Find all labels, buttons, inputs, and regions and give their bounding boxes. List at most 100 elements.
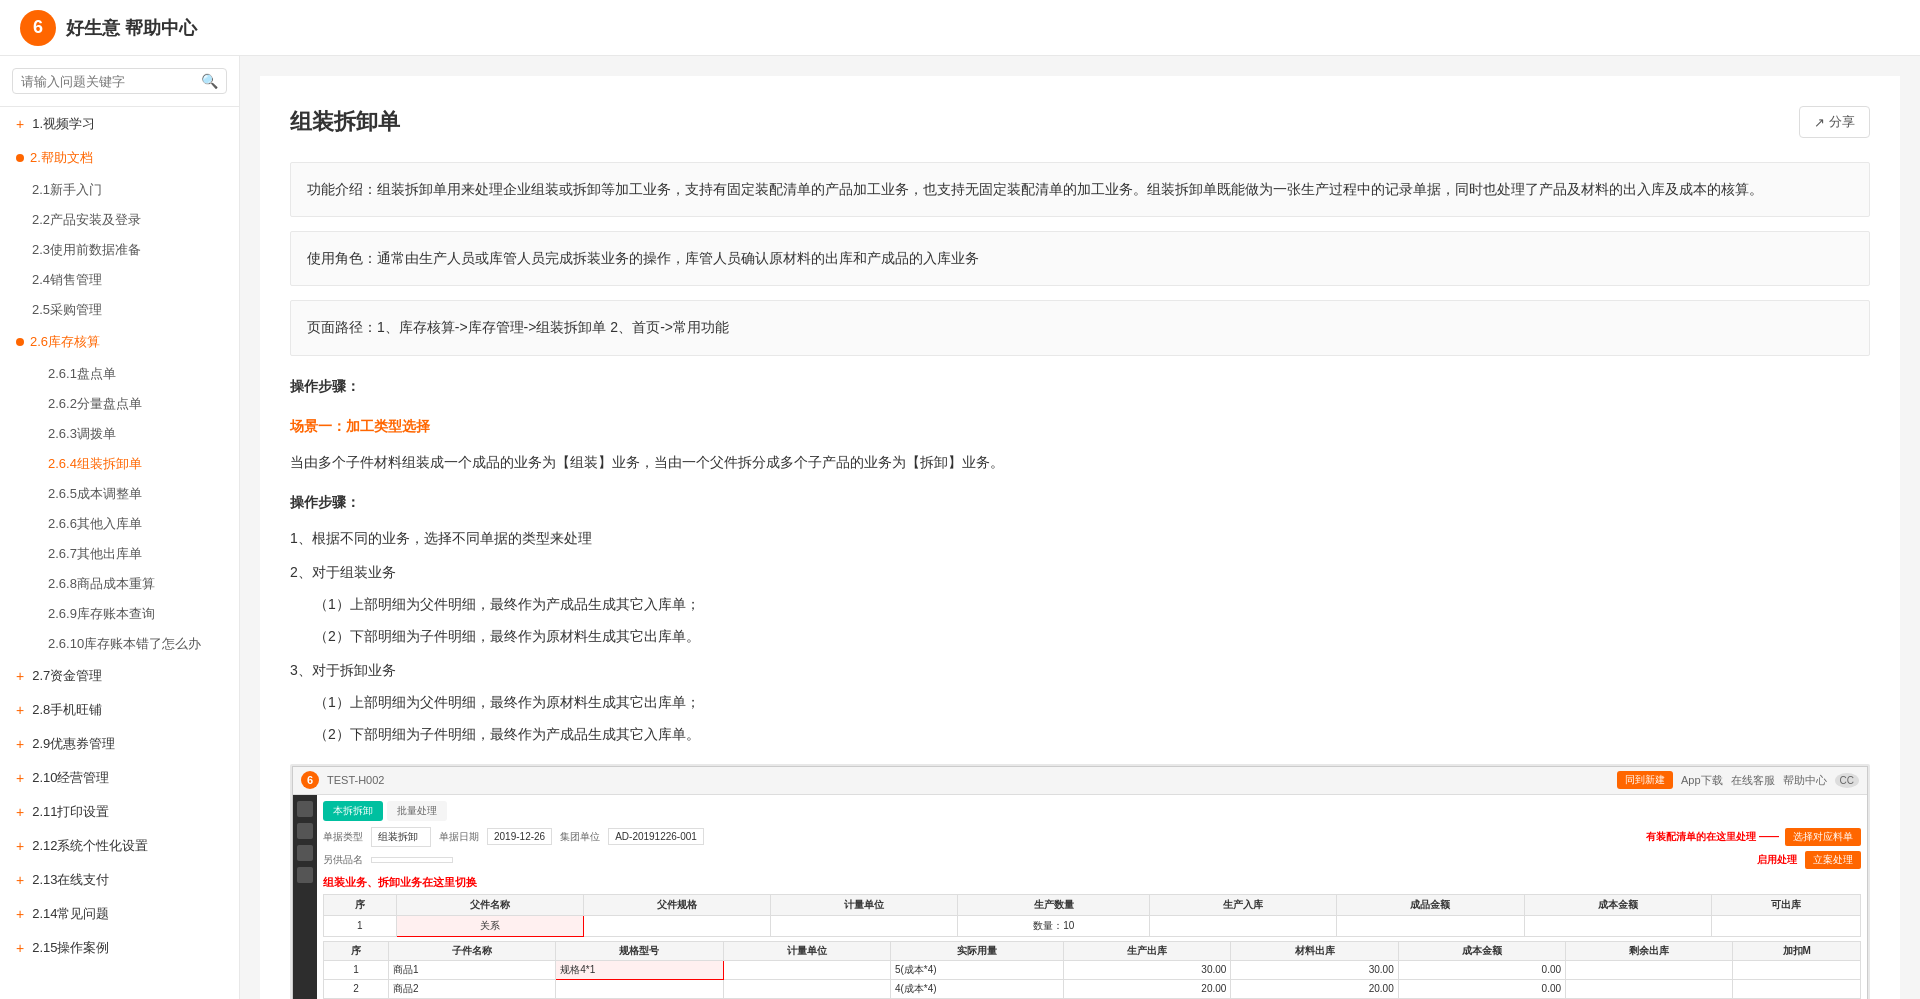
info-block-path: 页面路径：1、库存核算->库存管理->组装拆卸单 2、首页->常用功能 — [290, 300, 1870, 355]
sidebar-item-2-6[interactable]: 2.6库存核算 — [0, 325, 239, 359]
screenshot-inner: 6 TEST-H002 同到新建 App下载 在线客服 帮助中心 CC — [292, 766, 1868, 999]
mock-table-bottom-row2: 2 商品2 4(成本*4) 20.00 20.00 0.00 — [324, 979, 1861, 998]
sidebar-item-2-7[interactable]: + 2.7资金管理 — [0, 659, 239, 693]
sidebar-item-2-11[interactable]: + 2.11打印设置 — [0, 795, 239, 829]
mock-supply-label: 另供品名 — [323, 853, 363, 867]
sidebar-item-2-6-1[interactable]: 2.6.1盘点单 — [0, 359, 239, 389]
scene1-title: 场景一：加工类型选择 — [290, 412, 1870, 440]
sidebar-item-2-5[interactable]: 2.5采购管理 — [0, 295, 239, 325]
nav-section-docs-children: 2.1新手入门 2.2产品安装及登录 2.3使用前数据准备 2.4销售管理 2.… — [0, 175, 239, 965]
nav-section-2-6-children: 2.6.1盘点单 2.6.2分量盘点单 2.6.3调拨单 2.6.4组装拆卸单 … — [0, 359, 239, 659]
ops-steps-title: 操作步骤： — [290, 488, 1870, 516]
sidebar-item-2-10[interactable]: + 2.10经营管理 — [0, 761, 239, 795]
content-inner: 组装拆卸单 ↗ 分享 功能介绍：组装拆卸单用来处理企业组装或拆卸等加工业务，支持… — [260, 76, 1900, 999]
info-feature-text: 功能介绍：组装拆卸单用来处理企业组装或拆卸等加工业务，支持有固定装配清单的产品加… — [307, 177, 1853, 202]
sidebar-item-2-3[interactable]: 2.3使用前数据准备 — [0, 235, 239, 265]
sidebar-item-2-6-7[interactable]: 2.6.7其他出库单 — [0, 539, 239, 569]
page-title-bar: 组装拆卸单 ↗ 分享 — [290, 106, 1870, 138]
mock-assembly-label: 集团单位 — [560, 830, 600, 844]
mock-table-top-row1: 1 关系 数量：10 — [324, 915, 1861, 936]
plus-icon-2-14: + — [16, 906, 24, 922]
sidebar-item-video[interactable]: + 1.视频学习 — [0, 107, 239, 141]
share-icon: ↗ — [1814, 115, 1825, 130]
search-icon: 🔍 — [201, 73, 218, 89]
sidebar-item-2-13[interactable]: + 2.13在线支付 — [0, 863, 239, 897]
mock-logo: 6 — [301, 771, 319, 789]
plus-icon: + — [16, 116, 24, 132]
sidebar-item-2-6-9[interactable]: 2.6.9库存账本查询 — [0, 599, 239, 629]
mock-table-top-header: 序 父件名称 父件规格 计量单位 生产数量 生产入库 成品金额 成本金额 可出库 — [324, 894, 1861, 915]
sidebar-item-2-13-label: 2.13在线支付 — [32, 871, 109, 889]
mock-sidebar-icon1 — [297, 801, 313, 817]
sidebar-item-2-2[interactable]: 2.2产品安装及登录 — [0, 205, 239, 235]
sidebar-item-2-8[interactable]: + 2.8手机旺铺 — [0, 693, 239, 727]
mock-form-area: 本拆拆卸 批量处理 单据类型 组装拆卸 单据日期 2019-12-26 集团单位… — [317, 795, 1867, 999]
sidebar-item-2-4[interactable]: 2.4销售管理 — [0, 265, 239, 295]
mock-btn-enable: 立案处理 — [1805, 851, 1861, 869]
sidebar-item-2-6-4[interactable]: 2.6.4组装拆卸单 — [0, 449, 239, 479]
search-input[interactable] — [21, 74, 201, 89]
mock-table-bottom-row1: 1 商品1 规格4*1 5(成本*4) 30.00 30.00 0.00 — [324, 960, 1861, 979]
share-button[interactable]: ↗ 分享 — [1799, 106, 1870, 138]
mock-right-btns: 有装配清单的在这里处理 —— 选择对应料单 — [712, 828, 1861, 846]
screenshot-container: 6 TEST-H002 同到新建 App下载 在线客服 帮助中心 CC — [290, 764, 1870, 999]
sidebar-item-2-12[interactable]: + 2.12系统个性化设置 — [0, 829, 239, 863]
mock-supply-value — [371, 857, 453, 863]
content-area: 组装拆卸单 ↗ 分享 功能介绍：组装拆卸单用来处理企业组装或拆卸等加工业务，支持… — [240, 56, 1920, 999]
sidebar-item-2-6-2[interactable]: 2.6.2分量盘点单 — [0, 389, 239, 419]
plus-icon-2-9: + — [16, 736, 24, 752]
mock-type-value: 组装拆卸 — [371, 827, 431, 847]
info-block-feature: 功能介绍：组装拆卸单用来处理企业组装或拆卸等加工业务，支持有固定装配清单的产品加… — [290, 162, 1870, 217]
sidebar-item-2-7-label: 2.7资金管理 — [32, 667, 102, 685]
logo: 6 好生意 帮助中心 — [20, 10, 260, 46]
dot-icon-2-6 — [16, 338, 24, 346]
mock-sidebar-icon4 — [297, 867, 313, 883]
mock-tabs: 本拆拆卸 批量处理 — [323, 801, 1861, 821]
sidebar-item-2-1[interactable]: 2.1新手入门 — [0, 175, 239, 205]
sidebar-item-2-14[interactable]: + 2.14常见问题 — [0, 897, 239, 931]
sidebar-item-docs[interactable]: 2.帮助文档 — [0, 141, 239, 175]
mock-top-bar: 6 TEST-H002 同到新建 App下载 在线客服 帮助中心 CC — [293, 767, 1867, 795]
mock-btn-select: 选择对应料单 — [1785, 828, 1861, 846]
step1: 1、根据不同的业务，选择不同单据的类型来处理 — [290, 524, 1870, 552]
mock-table-top: 序 父件名称 父件规格 计量单位 生产数量 生产入库 成品金额 成本金额 可出库 — [323, 894, 1861, 937]
scene1-desc: 当由多个子件材料组装成一个成品的业务为【组装】业务，当由一个父件拆分成多个子产品… — [290, 448, 1870, 476]
dot-icon — [16, 154, 24, 162]
plus-icon-2-13: + — [16, 872, 24, 888]
annotation2-row: 组装业务、拆卸业务在这里切换 — [323, 875, 1861, 890]
mock-table-bottom-header: 序 子件名称 规格型号 计量单位 实际用量 生产出库 材料出库 成本金额 剩余出 — [324, 941, 1861, 960]
sidebar-item-2-11-label: 2.11打印设置 — [32, 803, 109, 821]
sidebar-item-2-15[interactable]: + 2.15操作案例 — [0, 931, 239, 965]
mock-sidebar — [293, 795, 317, 999]
plus-icon-2-11: + — [16, 804, 24, 820]
sidebar-item-2-6-5[interactable]: 2.6.5成本调整单 — [0, 479, 239, 509]
mock-sidebar-icon3 — [297, 845, 313, 861]
info-path-text: 页面路径：1、库存核算->库存管理->组装拆卸单 2、首页->常用功能 — [307, 315, 1853, 340]
share-label: 分享 — [1829, 113, 1855, 131]
plus-icon-2-12: + — [16, 838, 24, 854]
step2-2: （2）下部明细为子件明细，最终作为原材料生成其它出库单。 — [314, 622, 1870, 650]
sidebar-item-2-9[interactable]: + 2.9优惠券管理 — [0, 727, 239, 761]
mock-sidebar-icon2 — [297, 823, 313, 839]
sidebar-item-2-14-label: 2.14常见问题 — [32, 905, 109, 923]
mock-code: TEST-H002 — [327, 774, 384, 786]
search-box: 🔍 — [0, 56, 239, 107]
mock-btn-new: 同到新建 — [1617, 771, 1673, 789]
sidebar-item-2-6-8[interactable]: 2.6.8商品成本重算 — [0, 569, 239, 599]
sidebar-item-docs-label: 2.帮助文档 — [30, 149, 93, 167]
mock-tab-inactive: 批量处理 — [387, 801, 447, 821]
app-name: 好生意 帮助中心 — [66, 16, 197, 40]
sidebar-item-2-6-3[interactable]: 2.6.3调拨单 — [0, 419, 239, 449]
info-block-role: 使用角色：通常由生产人员或库管人员完成拆装业务的操作，库管人员确认原材料的出库和… — [290, 231, 1870, 286]
mock-help: 帮助中心 — [1783, 773, 1827, 788]
sidebar-item-2-12-label: 2.12系统个性化设置 — [32, 837, 148, 855]
step3-2: （2）下部明细为子件明细，最终作为产成品生成其它入库单。 — [314, 720, 1870, 748]
sidebar-item-2-6-6[interactable]: 2.6.6其他入库单 — [0, 509, 239, 539]
steps-content: 操作步骤： 场景一：加工类型选择 当由多个子件材料组装成一个成品的业务为【组装】… — [290, 372, 1870, 748]
search-wrapper[interactable]: 🔍 — [12, 68, 227, 94]
page-title: 组装拆卸单 — [290, 107, 400, 137]
plus-icon-2-10: + — [16, 770, 24, 786]
mock-form-row1: 单据类型 组装拆卸 单据日期 2019-12-26 集团单位 AD-201912… — [323, 827, 1861, 847]
sidebar-item-2-6-10[interactable]: 2.6.10库存账本错了怎么办 — [0, 629, 239, 659]
step3: 3、对于拆卸业务 — [290, 656, 1870, 684]
